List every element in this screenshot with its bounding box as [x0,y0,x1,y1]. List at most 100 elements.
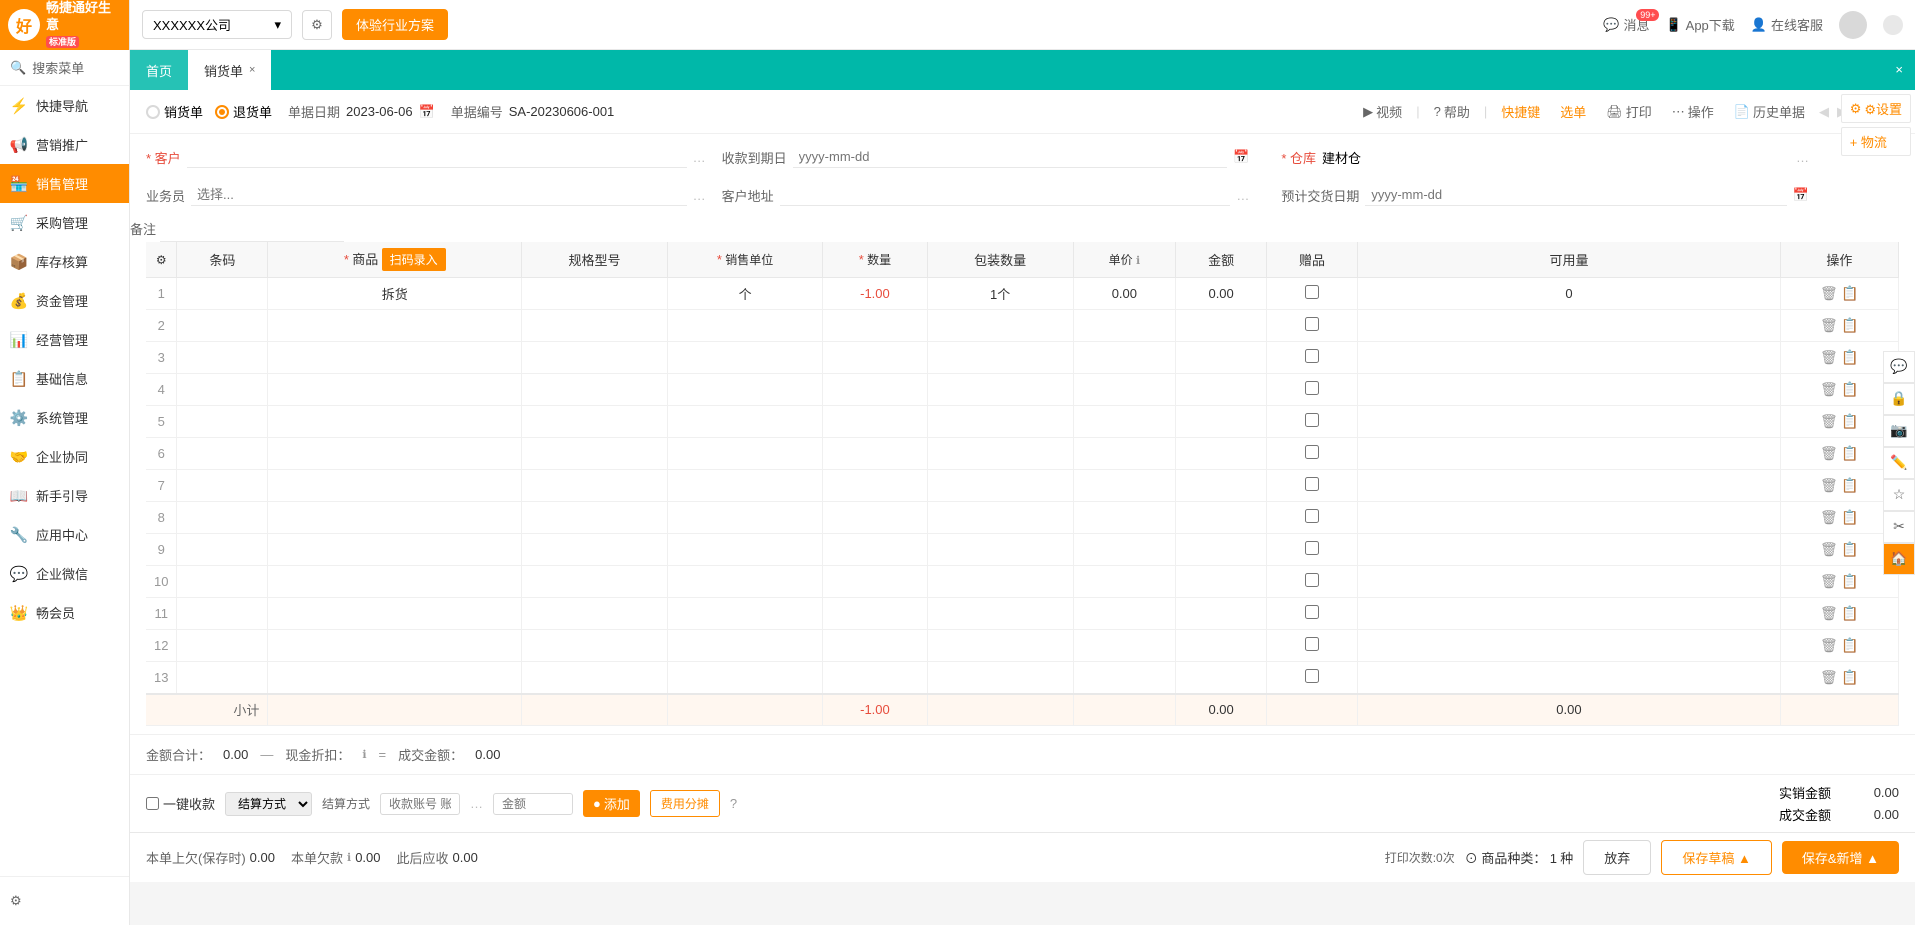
print-button[interactable]: 🖨 打印 [1600,100,1658,123]
warehouse-dots-icon[interactable]: … [1796,150,1809,165]
expense-split-button[interactable]: 费用分摊 [650,790,720,817]
settings-button[interactable]: ⚙ [302,10,332,40]
copy-row-icon[interactable]: 📋 [1841,317,1858,333]
trial-button[interactable]: 体验行业方案 [342,9,448,40]
app-download-link[interactable]: 📱 App下载 [1665,15,1734,34]
add-payment-button[interactable]: ● 添加 [583,790,640,817]
sidebar-item-basic-info[interactable]: 📋 基础信息 [0,359,129,398]
delete-row-icon[interactable]: 🗑 [1820,669,1838,685]
delete-row-icon[interactable]: 🗑 [1820,349,1838,365]
copy-row-icon[interactable]: 📋 [1841,413,1858,429]
copy-row-icon[interactable]: 📋 [1841,381,1858,397]
tab-bar-close-icon[interactable]: × [1883,61,1915,79]
sidebar-item-collab[interactable]: 🤝 企业协同 [0,437,129,476]
customer-address-input[interactable] [780,184,1231,206]
payment-date-input[interactable] [793,146,1227,168]
float-btn-4[interactable]: ✏️ [1883,447,1915,479]
gift-checkbox-11[interactable] [1305,637,1319,651]
sidebar-item-inventory[interactable]: 📦 库存核算 [0,242,129,281]
operation-button[interactable]: ⋯ 操作 [1666,100,1720,123]
float-btn-5[interactable]: ☆ [1883,479,1915,511]
float-btn-2[interactable]: 🔒 [1883,383,1915,415]
gift-checkbox-0[interactable] [1305,285,1319,299]
sidebar-item-system[interactable]: ⚙️ 系统管理 [0,398,129,437]
sidebar-item-sales[interactable]: 🏪 销售管理 [0,164,129,203]
copy-row-icon[interactable]: 📋 [1841,541,1858,557]
payment-date-calendar-icon[interactable]: 📅 [1233,149,1249,165]
delete-row-icon[interactable]: 🗑 [1820,381,1838,397]
message-area[interactable]: 💬 消息 99+ [1603,15,1649,34]
price-info-icon[interactable]: ℹ [1136,255,1140,267]
delete-row-icon[interactable]: 🗑 [1820,605,1838,621]
gift-checkbox-2[interactable] [1305,349,1319,363]
copy-row-icon[interactable]: 📋 [1841,573,1858,589]
copy-row-icon[interactable]: 📋 [1841,349,1858,365]
owe-info-icon[interactable]: ℹ [347,851,351,864]
sidebar-item-management[interactable]: 📊 经营管理 [0,320,129,359]
delete-row-icon[interactable]: 🗑 [1820,445,1838,461]
shortcut-button[interactable]: 快捷键 [1495,100,1546,123]
payment-method-select[interactable]: 结算方式 [225,792,312,816]
copy-row-icon[interactable]: 📋 [1841,509,1858,525]
return-order-radio[interactable]: 退货单 [215,102,272,121]
settings-side-btn[interactable]: ⚙ ⚙设置 [1841,94,1911,123]
delete-row-icon[interactable]: 🗑 [1820,509,1838,525]
gift-checkbox-10[interactable] [1305,605,1319,619]
copy-row-icon[interactable]: 📋 [1841,445,1858,461]
copy-row-icon[interactable]: 📋 [1841,637,1858,653]
delete-row-icon[interactable]: 🗑 [1820,541,1838,557]
sidebar-item-wechat[interactable]: 💬 企业微信 [0,554,129,593]
delete-row-icon[interactable]: 🗑 [1820,317,1838,333]
online-service-link[interactable]: 👤 在线客服 [1751,15,1823,34]
float-btn-6[interactable]: ✂ [1883,511,1915,543]
salesperson-input[interactable] [191,184,687,206]
sidebar-item-purchase[interactable]: 🛒 采购管理 [0,203,129,242]
float-btn-3[interactable]: 📷 [1883,415,1915,447]
th-settings[interactable]: ⚙ [146,242,177,278]
sidebar-item-guide[interactable]: 📖 新手引导 [0,476,129,515]
notes-input[interactable] [160,218,344,242]
delete-row-icon[interactable]: 🗑 [1820,637,1838,653]
address-dots-icon[interactable]: … [1236,188,1249,203]
tab-sales-order[interactable]: 销货单 × [188,50,271,90]
delete-row-icon[interactable]: 🗑 [1820,573,1838,589]
save-draft-button[interactable]: 保存草稿 ▲ [1661,840,1772,875]
save-new-button[interactable]: 保存&新增 ▲ [1782,841,1899,874]
scan-button[interactable]: 扫码录入 [382,248,446,271]
delete-row-icon[interactable]: 🗑 [1820,477,1838,493]
goods-type-info[interactable]: ⊙ 商品种类： 1 种 [1465,848,1574,867]
user-avatar[interactable] [1839,11,1867,39]
salesperson-dots-icon[interactable]: … [693,188,706,203]
discount-info-icon[interactable]: ℹ [362,748,366,761]
one-click-checkbox-input[interactable] [146,797,159,810]
expected-date-calendar-icon[interactable]: 📅 [1793,187,1809,203]
account-dots-icon[interactable]: … [470,796,483,811]
delete-row-icon[interactable]: 🗑 [1820,413,1838,429]
sidebar-settings-btn[interactable]: ⚙ [0,885,129,917]
tab-close-icon[interactable]: × [249,64,255,76]
copy-row-icon[interactable]: 📋 [1841,605,1858,621]
history-button[interactable]: 📄 历史单据 [1728,100,1811,123]
gift-checkbox-4[interactable] [1305,413,1319,427]
float-btn-1[interactable]: 💬 [1883,351,1915,383]
select-button[interactable]: 选单 [1554,100,1592,123]
sales-order-radio[interactable]: 销货单 [146,102,203,121]
gift-checkbox-7[interactable] [1305,509,1319,523]
expected-date-input[interactable] [1365,184,1786,206]
logistics-side-btn[interactable]: + 物流 [1841,127,1911,156]
calendar-icon[interactable]: 📅 [419,104,435,120]
discard-button[interactable]: 放弃 [1583,840,1651,875]
amount-input[interactable] [493,793,573,815]
tab-home[interactable]: 首页 [130,50,188,90]
gift-checkbox-12[interactable] [1305,669,1319,683]
float-btn-7[interactable]: 🏠 [1883,543,1915,575]
search-menu-item[interactable]: 🔍 搜索菜单 [0,50,129,86]
copy-row-icon[interactable]: 📋 [1841,669,1858,685]
sidebar-item-apps[interactable]: 🔧 应用中心 [0,515,129,554]
copy-row-icon[interactable]: 📋 [1841,285,1858,301]
help-button[interactable]: ? 帮助 [1428,100,1476,123]
one-click-payment-checkbox[interactable]: 一键收款 [146,794,215,813]
gift-checkbox-1[interactable] [1305,317,1319,331]
gift-checkbox-6[interactable] [1305,477,1319,491]
sidebar-item-membership[interactable]: 👑 畅会员 [0,593,129,632]
